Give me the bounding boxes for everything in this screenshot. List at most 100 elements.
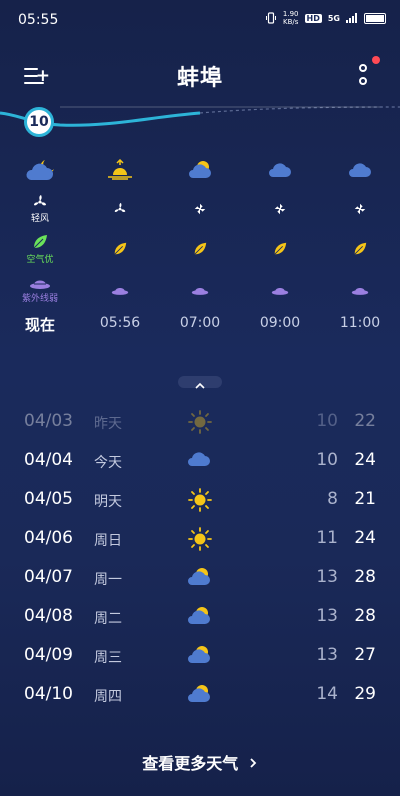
leaf-icon bbox=[240, 228, 320, 270]
sun-cloud-icon bbox=[187, 684, 211, 708]
daily-day: 明天 bbox=[94, 494, 122, 510]
vibrate-icon bbox=[265, 12, 276, 24]
daily-row[interactable]: 04/08 周二 13 28 bbox=[0, 598, 400, 637]
sun-cloud-icon bbox=[187, 606, 211, 630]
daily-high: 22 bbox=[354, 411, 376, 431]
more-options-button[interactable] bbox=[356, 62, 370, 90]
daily-high: 28 bbox=[354, 567, 376, 587]
daily-low: 14 bbox=[316, 684, 338, 704]
pinwheel-icon bbox=[320, 190, 400, 228]
signal-icon bbox=[346, 13, 357, 23]
hour-column: 05:56 bbox=[80, 150, 160, 331]
sun-cloud-icon bbox=[160, 150, 240, 190]
daily-low: 13 bbox=[316, 567, 338, 587]
uv-cell: 紫外线弱 bbox=[0, 270, 80, 310]
status-bar: 05:55 1.90 KB/s HD 5G bbox=[0, 0, 400, 40]
daily-high: 21 bbox=[354, 489, 376, 509]
daily-high: 24 bbox=[354, 450, 376, 470]
fan-icon bbox=[34, 195, 46, 206]
daily-high: 28 bbox=[354, 606, 376, 626]
daily-row[interactable]: 04/04 今天 10 24 bbox=[0, 442, 400, 481]
daily-row[interactable]: 04/09 周三 13 27 bbox=[0, 637, 400, 676]
pinwheel-icon bbox=[240, 190, 320, 228]
sun-hat-icon bbox=[160, 270, 240, 310]
daily-row[interactable]: 04/10 周四 14 29 bbox=[0, 676, 400, 715]
sun-icon bbox=[187, 526, 213, 556]
hour-time: 11:00 bbox=[339, 315, 381, 331]
status-icons: 1.90 KB/s HD 5G bbox=[265, 10, 386, 26]
wind-cell: 轻风 bbox=[0, 190, 80, 228]
hd-badge: HD bbox=[304, 13, 322, 23]
network-speed: 1.90 KB/s bbox=[282, 10, 299, 26]
cloud-icon bbox=[187, 451, 211, 471]
leaf-icon bbox=[80, 228, 160, 270]
sun-hat-icon bbox=[320, 270, 400, 310]
daily-date: 04/10 bbox=[24, 684, 73, 704]
battery-icon bbox=[364, 12, 386, 24]
daily-day: 周三 bbox=[94, 650, 122, 666]
hour-column-now: 轻风 空气优 紫外线弱 现在 bbox=[0, 150, 80, 335]
air-label: 空气优 bbox=[26, 255, 54, 265]
signal-label: 5G bbox=[327, 13, 340, 23]
hour-time: 07:00 bbox=[179, 315, 221, 331]
leaf-icon bbox=[33, 235, 47, 249]
sun-icon bbox=[187, 487, 213, 517]
daily-date: 04/09 bbox=[24, 645, 73, 665]
collapse-toggle[interactable] bbox=[178, 376, 222, 389]
daily-high: 24 bbox=[354, 528, 376, 548]
daily-date: 04/04 bbox=[24, 450, 73, 470]
chevron-right-icon bbox=[250, 758, 257, 768]
leaf-icon bbox=[320, 228, 400, 270]
sun-cloud-icon bbox=[187, 567, 211, 591]
daily-low: 10 bbox=[316, 411, 338, 431]
daily-high: 29 bbox=[354, 684, 376, 704]
daily-row[interactable]: 04/03 昨天 10 22 bbox=[0, 403, 400, 442]
more-weather-link[interactable]: 查看更多天气 bbox=[0, 750, 400, 774]
daily-low: 8 bbox=[327, 489, 338, 509]
daily-date: 04/06 bbox=[24, 528, 73, 548]
daily-day: 周四 bbox=[94, 689, 122, 705]
daily-date: 04/05 bbox=[24, 489, 73, 509]
daily-low: 13 bbox=[316, 645, 338, 665]
daily-day: 今天 bbox=[94, 455, 122, 471]
hour-time: 09:00 bbox=[259, 315, 301, 331]
daily-day: 周一 bbox=[94, 572, 122, 588]
daily-row[interactable]: 04/06 周日 11 24 bbox=[0, 520, 400, 559]
notification-dot bbox=[372, 56, 380, 64]
fan-icon bbox=[80, 190, 160, 228]
hour-column: 11:00 bbox=[320, 150, 400, 331]
city-title: 蚌埠 bbox=[176, 66, 223, 91]
leaf-icon bbox=[160, 228, 240, 270]
status-time: 05:55 bbox=[18, 12, 59, 28]
wind-label: 轻风 bbox=[30, 214, 49, 224]
air-cell: 空气优 bbox=[0, 228, 80, 270]
uv-label: 紫外线弱 bbox=[21, 294, 58, 304]
sun-hat-icon bbox=[240, 270, 320, 310]
daily-low: 10 bbox=[316, 450, 338, 470]
sunrise-icon bbox=[80, 150, 160, 190]
daily-high: 27 bbox=[354, 645, 376, 665]
sun-icon bbox=[187, 409, 213, 439]
app-header: + 蚌埠 bbox=[0, 56, 400, 96]
cloud-icon bbox=[320, 150, 400, 190]
chevron-up-icon bbox=[195, 382, 205, 389]
daily-row[interactable]: 04/05 明天 8 21 bbox=[0, 481, 400, 520]
daily-row[interactable]: 04/07 周一 13 28 bbox=[0, 559, 400, 598]
daily-low: 13 bbox=[316, 606, 338, 626]
sun-hat-icon bbox=[30, 280, 50, 289]
sun-hat-icon bbox=[80, 270, 160, 310]
daily-day: 周二 bbox=[94, 611, 122, 627]
cloud-icon bbox=[240, 150, 320, 190]
hour-column: 09:00 bbox=[240, 150, 320, 331]
aqi-badge[interactable]: 10 bbox=[24, 107, 54, 137]
hour-column: 07:00 bbox=[160, 150, 240, 331]
temperature-curve bbox=[0, 106, 400, 127]
daily-day: 周日 bbox=[94, 533, 122, 549]
daily-date: 04/03 bbox=[24, 411, 73, 431]
more-weather-label: 查看更多天气 bbox=[142, 754, 239, 773]
sun-cloud-icon bbox=[187, 645, 211, 669]
moon-cloud-icon bbox=[0, 150, 80, 190]
hour-time: 现在 bbox=[24, 316, 55, 334]
daily-date: 04/08 bbox=[24, 606, 73, 626]
daily-date: 04/07 bbox=[24, 567, 73, 587]
